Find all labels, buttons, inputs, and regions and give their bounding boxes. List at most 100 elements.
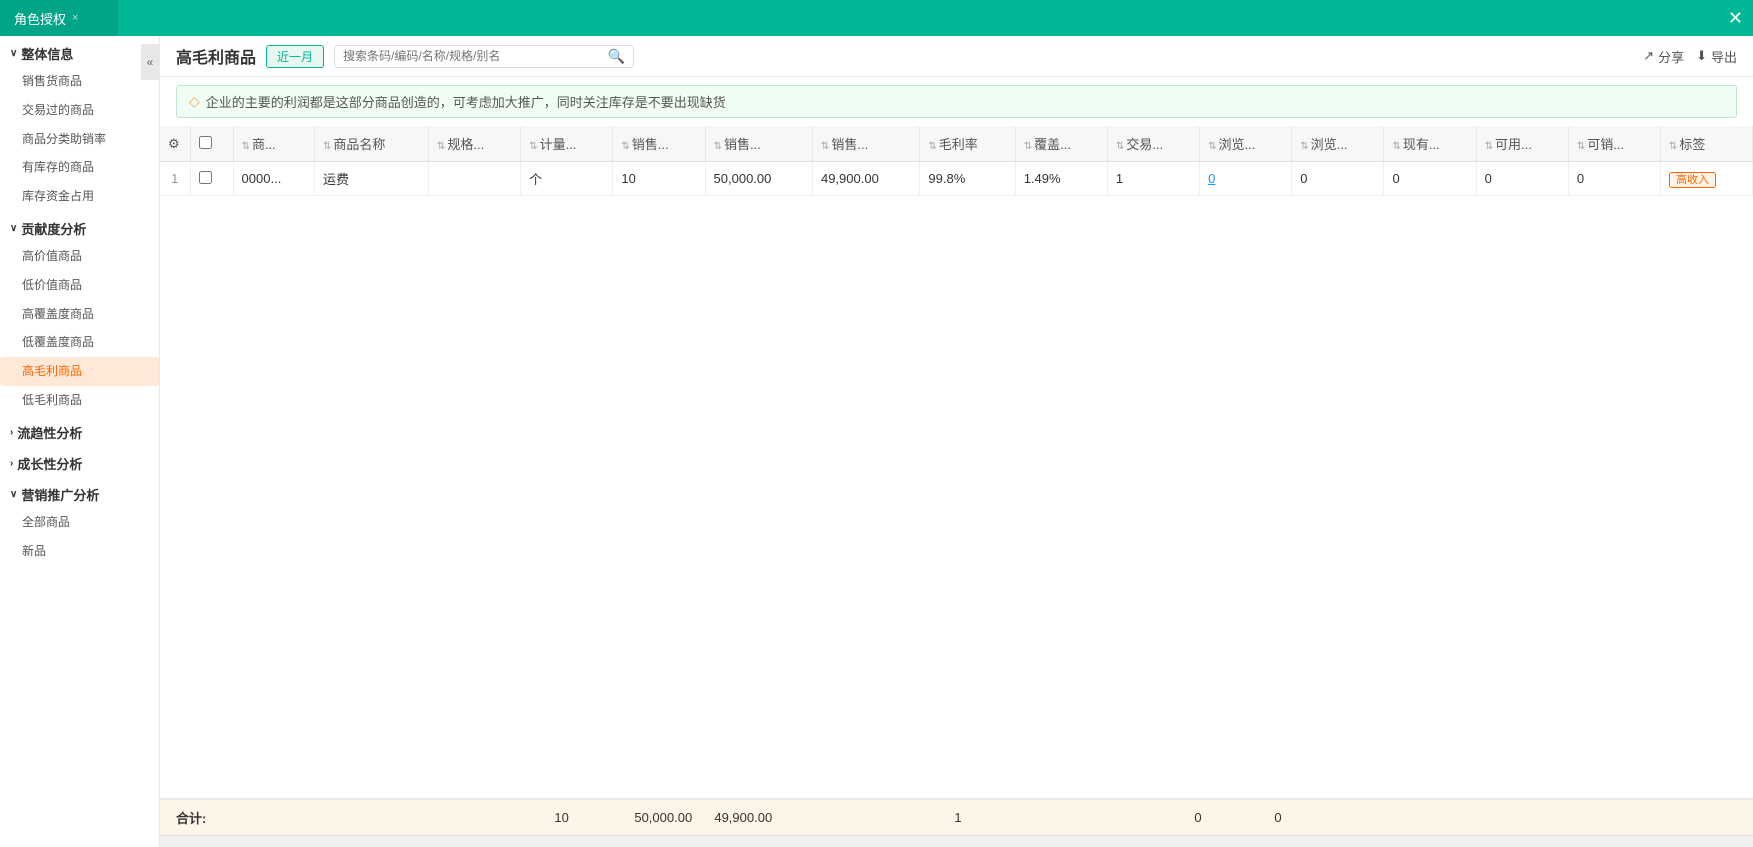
footer-cells: 10 50,000.00 49,900.00 1 0 0 [226,810,1737,825]
sidebar-item[interactable]: 有库存的商品 [0,153,159,182]
footer-sales-profit: 49,900.00 [706,810,786,825]
sidebar-item[interactable]: 低价值商品 [0,271,159,300]
footer-label: 合计: [176,808,206,827]
sidebar-group-header[interactable]: ›成长性分析 [0,446,159,477]
table-cell-name: 运费 [315,162,429,196]
table-column-header: ⇅商... [233,126,314,162]
sidebar-group-label: 流趋性分析 [17,423,82,442]
column-label: 销售... [831,137,868,152]
table-column-header[interactable] [190,126,233,162]
browse-link[interactable]: 0 [1208,171,1215,186]
footer-current: 0 [1186,810,1266,825]
export-icon: ⬇ [1696,48,1707,64]
sidebar-group-label: 贡献度分析 [21,219,86,238]
table-column-header[interactable]: ⚙ [160,126,190,162]
sidebar-collapse-button[interactable]: « [141,44,159,80]
sidebar-item[interactable]: 高毛利商品 [0,357,159,386]
sidebar-group-header[interactable]: ›流趋性分析 [0,415,159,446]
tab-close-icon[interactable]: × [72,12,78,24]
table-column-header: ⇅销售... [613,126,705,162]
table-column-header: ⇅交易... [1107,126,1199,162]
filter-button[interactable]: 近一月 [266,45,324,68]
table-cell-code: 0000... [233,162,314,196]
table-column-header: ⇅浏览... [1200,126,1292,162]
column-label: 销售... [632,137,669,152]
sidebar-item[interactable]: 交易过的商品 [0,96,159,125]
search-input[interactable] [343,49,608,63]
table-cell-salesQty: 10 [613,162,705,196]
tag-badge: 高收入 [1669,172,1716,188]
export-button[interactable]: ⬇ 导出 [1696,47,1737,66]
sidebar-item[interactable]: 销售货商品 [0,67,159,96]
column-label: 毛利率 [939,137,978,152]
footer-available: 0 [1266,810,1346,825]
sort-icon: ⇅ [1116,141,1124,152]
header-actions: ↗ 分享 ⬇ 导出 [1643,47,1737,66]
table-column-header: ⇅销售... [705,126,812,162]
sort-icon: ⇅ [1669,141,1677,152]
close-window-button[interactable]: ✕ [1728,8,1753,29]
table-cell-available: 0 [1476,162,1568,196]
content-area: 高毛利商品 近一月 🔍 ↗ 分享 ⬇ 导出 [160,36,1753,847]
sidebar: « ∨整体信息销售货商品交易过的商品商品分类助销率有库存的商品库存资金占用∨贡献… [0,36,160,847]
sort-icon: ⇅ [1208,141,1216,152]
column-label: 可用... [1495,137,1532,152]
footer-trade: 1 [946,810,1026,825]
table-column-header: ⇅毛利率 [920,126,1015,162]
sort-icon: ⇅ [714,141,722,152]
nav-tab[interactable]: 角色授权× [0,0,118,36]
column-label: 计量... [540,137,577,152]
column-label: 商... [252,137,276,152]
sidebar-group-label: 整体信息 [21,44,73,63]
sidebar-item[interactable]: 低覆盖度商品 [0,328,159,357]
sidebar-item[interactable]: 高价值商品 [0,242,159,271]
share-button[interactable]: ↗ 分享 [1643,47,1684,66]
table-cell-salesProfit: 49,900.00 [812,162,919,196]
table-cell-num: 1 [160,162,190,196]
top-navigation: 首页销售单×进货单×权限设置×角色授权×产成品入库单×单据模板设置×商品分析×商… [0,0,1753,36]
sidebar-group-label: 成长性分析 [17,454,82,473]
sidebar-item[interactable]: 全部商品 [0,508,159,537]
table-column-header: ⇅现有... [1384,126,1476,162]
table-cell-coverage: 1.49% [1015,162,1107,196]
table-footer: 合计: 10 50,000.00 49,900.00 1 0 0 [160,798,1753,835]
select-all-checkbox[interactable] [199,136,212,149]
sort-icon: ⇅ [437,141,445,152]
column-label: 商品名称 [333,137,385,152]
table-column-header: ⇅浏览... [1292,126,1384,162]
search-icon[interactable]: 🔍 [608,48,625,65]
data-table: ⚙⇅商...⇅商品名称⇅规格...⇅计量...⇅销售...⇅销售...⇅销售..… [160,126,1753,196]
sidebar-item[interactable]: 新品 [0,537,159,566]
table-cell-sellable: 0 [1568,162,1660,196]
sidebar-group-header[interactable]: ∨贡献度分析 [0,211,159,242]
sidebar-item[interactable]: 库存资金占用 [0,182,159,211]
column-label: 覆盖... [1034,137,1071,152]
table-cell-browse2: 0 [1292,162,1384,196]
table-column-header: ⇅可销... [1568,126,1660,162]
column-label: 交易... [1126,137,1163,152]
sort-icon: ⇅ [621,141,629,152]
column-label: 浏览... [1218,137,1255,152]
table-header: ⚙⇅商...⇅商品名称⇅规格...⇅计量...⇅销售...⇅销售...⇅销售..… [160,126,1753,162]
sidebar-group-header[interactable]: ∨整体信息 [0,36,159,67]
column-label: 可销... [1587,137,1624,152]
table-column-header: ⇅计量... [521,126,613,162]
table-body: 10000...运费个1050,000.0049,900.0099.8%1.49… [160,162,1753,196]
main-layout: « ∨整体信息销售货商品交易过的商品商品分类助销率有库存的商品库存资金占用∨贡献… [0,36,1753,847]
footer-sales-qty: 10 [546,810,626,825]
table-cell-current: 0 [1384,162,1476,196]
sidebar-group-header[interactable]: ∨营销推广分析 [0,477,159,508]
horizontal-scrollbar[interactable] [160,835,1753,847]
sidebar-item[interactable]: 高覆盖度商品 [0,300,159,329]
table-column-header: ⇅覆盖... [1015,126,1107,162]
sidebar-item[interactable]: 低毛利商品 [0,386,159,415]
sort-icon: ⇅ [821,141,829,152]
row-checkbox[interactable] [199,171,212,184]
settings-icon[interactable]: ⚙ [168,136,180,151]
sidebar-item[interactable]: 商品分类助销率 [0,125,159,154]
table-column-header: ⇅销售... [812,126,919,162]
table-column-header: ⇅商品名称 [315,126,429,162]
sidebar-group-label: 营销推广分析 [21,485,99,504]
info-text: 企业的主要的利润都是这部分商品创造的，可考虑加大推广，同时关注库存是不要出现缺货 [206,92,726,111]
table-cell-browse1: 0 [1200,162,1292,196]
